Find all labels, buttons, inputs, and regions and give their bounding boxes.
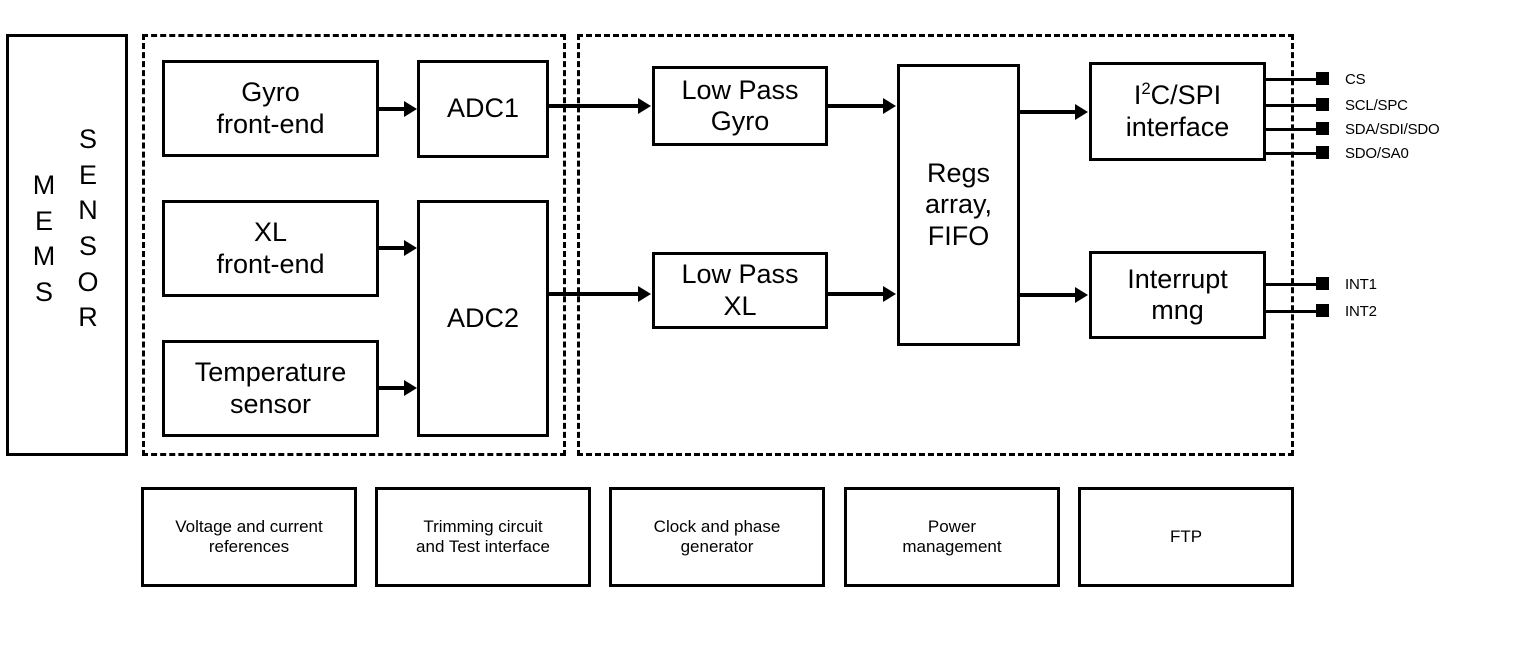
- arrowhead-regs-to-interrupt-mng: [1075, 287, 1088, 303]
- wire-adc2-to-low-pass-xl: [549, 292, 642, 296]
- pin-pad-scl-spc: [1316, 98, 1329, 111]
- pin-label-sdo-sa0: SDO/SA0: [1345, 145, 1409, 162]
- mems-sensor-label-sensor: S E N S O R: [77, 124, 99, 333]
- temperature-sensor-block: Temperature sensor: [162, 340, 379, 437]
- i2c-spi-interface-label: I2C/SPI interface: [1125, 79, 1230, 142]
- pin-label-int1: INT1: [1345, 276, 1377, 293]
- arrowhead-low-pass-xl-to-regs: [883, 286, 896, 302]
- i2c-spi-interface-block: I2C/SPI interface: [1089, 62, 1266, 161]
- gyro-front-end-block: Gyro front-end: [162, 60, 379, 157]
- pin-wire-int1: [1266, 283, 1322, 286]
- arrowhead-regs-to-i2c-spi: [1075, 104, 1088, 120]
- arrowhead-adc1-to-low-pass-gyro: [638, 98, 651, 114]
- low-pass-gyro-block: Low Pass Gyro: [652, 66, 828, 146]
- mems-sensor-block: [6, 34, 128, 456]
- pin-wire-int2: [1266, 310, 1322, 313]
- voltage-current-references-block: Voltage and current references: [141, 487, 357, 587]
- wire-temperature-to-adc2: [379, 386, 406, 390]
- low-pass-xl-block: Low Pass XL: [652, 252, 828, 329]
- wire-gyro-to-adc1: [379, 107, 406, 111]
- wire-regs-to-interrupt-mng: [1020, 293, 1078, 297]
- pin-label-scl-spc: SCL/SPC: [1345, 97, 1408, 114]
- arrowhead-adc2-to-low-pass-xl: [638, 286, 651, 302]
- arrowhead-gyro-to-adc1: [404, 101, 417, 117]
- interrupt-mng-block: Interrupt mng: [1089, 251, 1266, 339]
- wire-low-pass-gyro-to-regs: [828, 104, 886, 108]
- wire-xl-to-adc2: [379, 246, 406, 250]
- pin-wire-cs: [1266, 78, 1322, 81]
- clock-phase-generator-block: Clock and phase generator: [609, 487, 825, 587]
- adc2-block: ADC2: [417, 200, 549, 437]
- block-diagram-canvas: M E M S S E N S O R Gyro front-end XL fr…: [0, 0, 1521, 650]
- pin-pad-int1: [1316, 277, 1329, 290]
- power-management-block: Power management: [844, 487, 1060, 587]
- regs-array-fifo-block: Regs array, FIFO: [897, 64, 1020, 346]
- pin-pad-int2: [1316, 304, 1329, 317]
- trimming-test-interface-block: Trimming circuit and Test interface: [375, 487, 591, 587]
- pin-label-cs: CS: [1345, 71, 1366, 88]
- arrowhead-temperature-to-adc2: [404, 380, 417, 396]
- pin-wire-scl-spc: [1266, 104, 1322, 107]
- wire-low-pass-xl-to-regs: [828, 292, 886, 296]
- arrowhead-xl-to-adc2: [404, 240, 417, 256]
- pin-pad-sda-sdi-sdo: [1316, 122, 1329, 135]
- pin-wire-sdo-sa0: [1266, 152, 1322, 155]
- ftp-block: FTP: [1078, 487, 1294, 587]
- wire-regs-to-i2c-spi: [1020, 110, 1078, 114]
- mems-sensor-label-mems: M E M S: [32, 170, 56, 307]
- pin-label-int2: INT2: [1345, 303, 1377, 320]
- pin-pad-cs: [1316, 72, 1329, 85]
- xl-front-end-block: XL front-end: [162, 200, 379, 297]
- wire-adc1-to-low-pass-gyro: [549, 104, 642, 108]
- pin-pad-sdo-sa0: [1316, 146, 1329, 159]
- pin-wire-sda-sdi-sdo: [1266, 128, 1322, 131]
- pin-label-sda-sdi-sdo: SDA/SDI/SDO: [1345, 121, 1440, 138]
- arrowhead-low-pass-gyro-to-regs: [883, 98, 896, 114]
- adc1-block: ADC1: [417, 60, 549, 158]
